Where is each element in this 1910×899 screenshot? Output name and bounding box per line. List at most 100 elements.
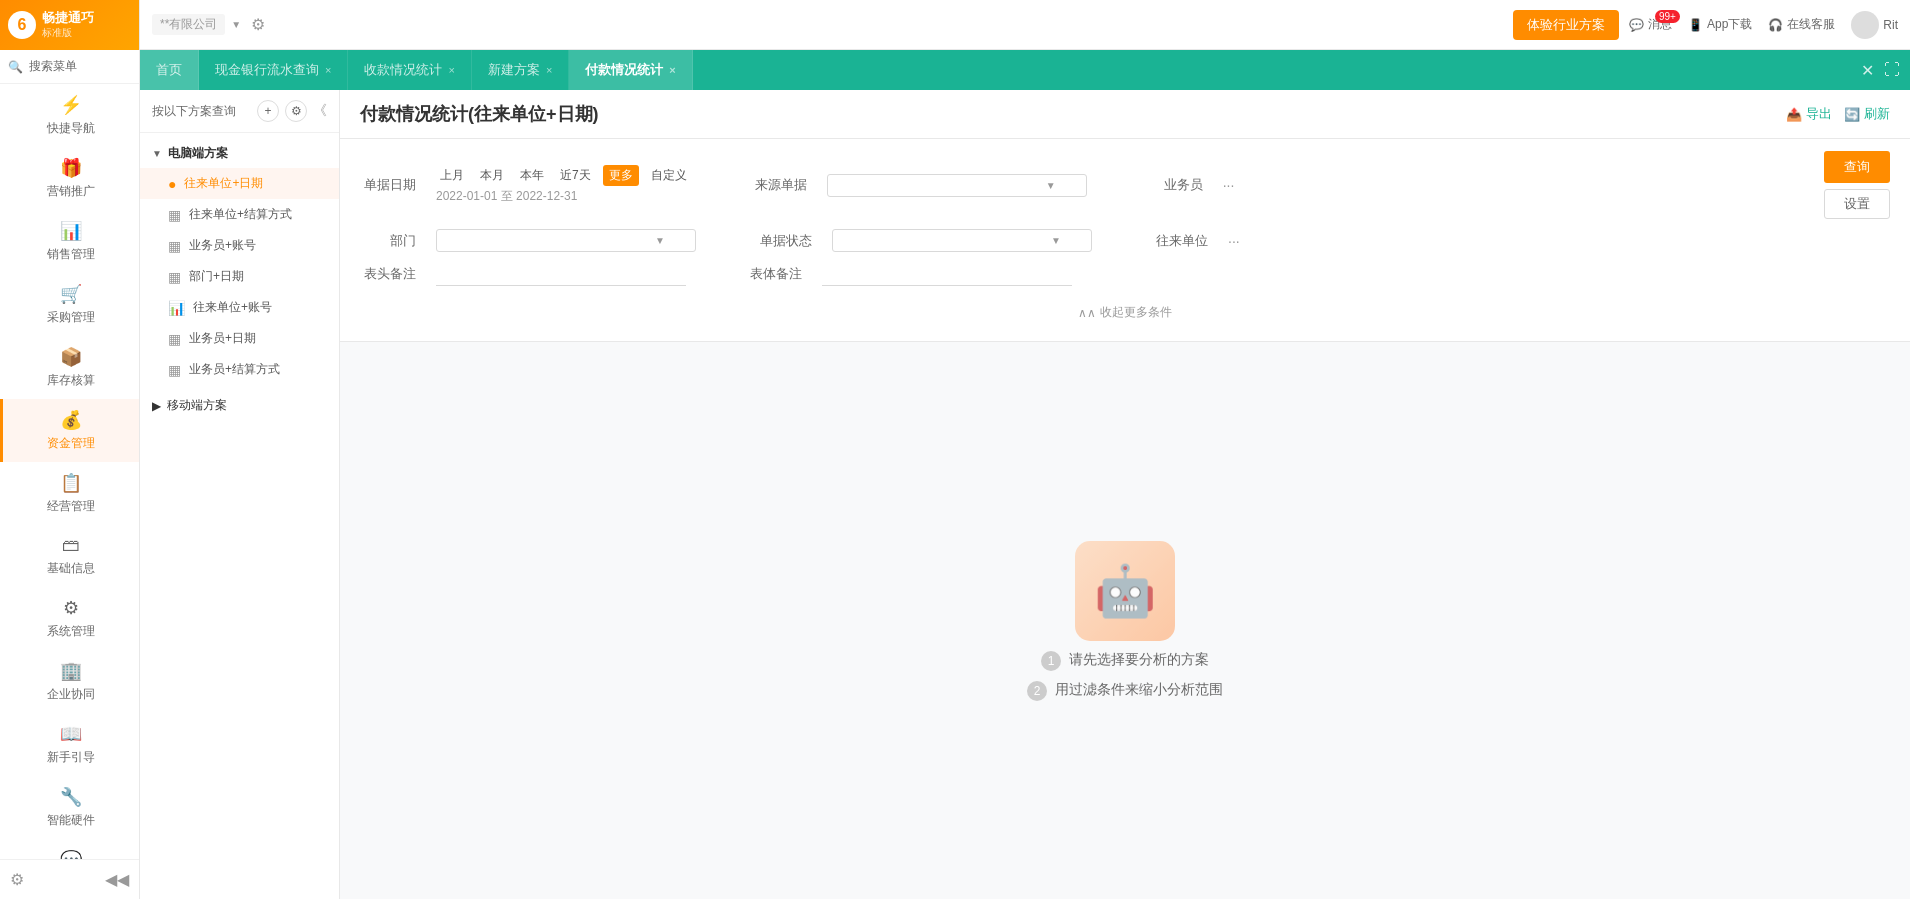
user-menu[interactable]: Rit xyxy=(1851,11,1898,39)
trial-button[interactable]: 体验行业方案 xyxy=(1513,10,1619,40)
schema-item-sales-account[interactable]: ▦ 业务员+账号 xyxy=(140,230,339,261)
mobile-section-chevron: ▶ xyxy=(152,399,161,413)
settings-gear-icon[interactable]: ⚙ xyxy=(251,15,265,34)
date-option-this-year[interactable]: 本年 xyxy=(516,165,548,186)
date-option-custom[interactable]: 自定义 xyxy=(647,165,691,186)
unit-picker-button[interactable]: ··· xyxy=(1228,233,1240,249)
tab-receipt-stats[interactable]: 收款情况统计 × xyxy=(348,50,471,90)
schema-item-icon-sales-settle: ▦ xyxy=(168,362,181,378)
schema-item-unit-account[interactable]: 📊 往来单位+账号 xyxy=(140,292,339,323)
desktop-section-title: 电脑端方案 xyxy=(168,145,228,162)
footer-collapse-icon[interactable]: ◀◀ xyxy=(105,870,129,889)
left-panel-actions: + ⚙ 《 xyxy=(257,100,327,122)
sidebar-item-purchase[interactable]: 🛒 采购管理 xyxy=(0,273,139,336)
schema-item-unit-date[interactable]: ● 往来单位+日期 xyxy=(140,168,339,199)
dept-select-arrow: ▼ xyxy=(655,235,665,246)
tab-bank-flow-close[interactable]: × xyxy=(325,64,331,76)
tab-new-plan[interactable]: 新建方案 × xyxy=(472,50,569,90)
schema-item-sales-settle[interactable]: ▦ 业务员+结算方式 xyxy=(140,354,339,385)
unit-label: 往来单位 xyxy=(1152,232,1208,250)
sidebar-item-guide[interactable]: 📖 新手引导 xyxy=(0,713,139,776)
mobile-section-title: 移动端方案 xyxy=(167,397,227,414)
sidebar-item-marketing[interactable]: 🎁 营销推广 xyxy=(0,147,139,210)
hint-num-1: 1 xyxy=(1041,651,1061,671)
sidebar-item-label: 营销推广 xyxy=(47,183,95,200)
schema-item-dept-date[interactable]: ▦ 部门+日期 xyxy=(140,261,339,292)
search-menu[interactable]: 🔍 搜索菜单 xyxy=(0,50,139,84)
sidebar-item-label: 销售管理 xyxy=(47,246,95,263)
tab-close-all-icon[interactable]: ✕ xyxy=(1861,61,1874,80)
date-range-display: 2022-01-01 至 2022-12-31 xyxy=(436,188,691,205)
page-title: 付款情况统计(往来单位+日期) xyxy=(360,102,599,126)
export-label: 导出 xyxy=(1806,105,1832,123)
sidebar-item-sales[interactable]: 📊 销售管理 xyxy=(0,210,139,273)
logo-icon: 6 xyxy=(8,11,36,39)
export-button[interactable]: 📤 导出 xyxy=(1786,105,1832,123)
sales-icon: 📊 xyxy=(60,220,82,242)
panel-collapse-button[interactable]: 《 xyxy=(313,102,327,120)
sidebar-item-basic[interactable]: 🗃 基础信息 xyxy=(0,525,139,587)
messages-badge: 99+ xyxy=(1655,10,1680,23)
tab-payment-stats[interactable]: 付款情况统计 × xyxy=(569,50,692,90)
sidebar-item-weixin[interactable]: 💬 企业微信 xyxy=(0,839,139,859)
sidebar-item-label: 库存核算 xyxy=(47,372,95,389)
source-select[interactable]: ▼ xyxy=(827,174,1087,197)
salesperson-picker-button[interactable]: ··· xyxy=(1223,177,1235,193)
footer-settings-icon[interactable]: ⚙ xyxy=(10,870,24,889)
sidebar-item-enterprise[interactable]: 🏢 企业协同 xyxy=(0,650,139,713)
sidebar-item-label: 基础信息 xyxy=(47,560,95,577)
desktop-section-header[interactable]: ▼ 电脑端方案 xyxy=(140,139,339,168)
sidebar-item-system[interactable]: ⚙ 系统管理 xyxy=(0,587,139,650)
sidebar-item-capital[interactable]: 💰 资金管理 xyxy=(0,399,139,462)
online-service-button[interactable]: 🎧 在线客服 xyxy=(1768,16,1835,33)
header-notes-input[interactable] xyxy=(436,262,686,286)
schema-item-unit-settle[interactable]: ▦ 往来单位+结算方式 xyxy=(140,199,339,230)
hint-num-2: 2 xyxy=(1027,681,1047,701)
phone-icon: 📱 xyxy=(1688,18,1703,32)
mobile-schema-section: ▶ 移动端方案 xyxy=(140,391,339,420)
sidebar-item-label: 新手引导 xyxy=(47,749,95,766)
body-notes-input[interactable] xyxy=(822,262,1072,286)
refresh-label: 刷新 xyxy=(1864,105,1890,123)
status-select-arrow: ▼ xyxy=(1051,235,1061,246)
dept-label: 部门 xyxy=(360,232,416,250)
sidebar-item-operations[interactable]: 📋 经营管理 xyxy=(0,462,139,525)
plan-settings-button[interactable]: ⚙ xyxy=(285,100,307,122)
tab-bank-flow[interactable]: 现金银行流水查询 × xyxy=(199,50,348,90)
tab-payment-stats-close[interactable]: × xyxy=(669,64,675,76)
robot-icon: 🤖 xyxy=(1075,541,1175,641)
tab-expand-icon[interactable]: ⛶ xyxy=(1884,61,1900,79)
add-plan-button[interactable]: + xyxy=(257,100,279,122)
app-download-button[interactable]: 📱 App下载 xyxy=(1688,16,1752,33)
dept-select[interactable]: ▼ xyxy=(436,229,696,252)
status-select[interactable]: ▼ xyxy=(832,229,1092,252)
mobile-section-header[interactable]: ▶ 移动端方案 xyxy=(140,391,339,420)
messages-button[interactable]: 💬 消息 99+ xyxy=(1629,16,1672,33)
schema-item-label: 业务员+结算方式 xyxy=(189,361,280,378)
sidebar-item-quick-nav[interactable]: ⚡ 快捷导航 xyxy=(0,84,139,147)
schema-item-icon-unit-settle: ▦ xyxy=(168,207,181,223)
date-option-this-month[interactable]: 本月 xyxy=(476,165,508,186)
source-label: 来源单据 xyxy=(751,176,807,194)
tab-home[interactable]: 首页 xyxy=(140,50,199,90)
date-option-more[interactable]: 更多 xyxy=(603,165,639,186)
sidebar-item-hardware[interactable]: 🔧 智能硬件 xyxy=(0,776,139,839)
top-header: **有限公司 ▼ ⚙ 体验行业方案 💬 消息 99+ 📱 App下载 🎧 在线客… xyxy=(140,0,1910,50)
sidebar-item-inventory[interactable]: 📦 库存核算 xyxy=(0,336,139,399)
empty-hint-1: 1 请先选择要分析的方案 xyxy=(1041,651,1209,671)
filter-settings-button[interactable]: 设置 xyxy=(1824,189,1890,219)
refresh-icon: 🔄 xyxy=(1844,107,1860,122)
tab-new-plan-close[interactable]: × xyxy=(546,64,552,76)
quick-nav-icon: ⚡ xyxy=(60,94,82,116)
tab-receipt-stats-close[interactable]: × xyxy=(448,64,454,76)
date-option-7days[interactable]: 近7天 xyxy=(556,165,595,186)
company-selector[interactable]: **有限公司 ▼ xyxy=(152,14,241,35)
refresh-button[interactable]: 🔄 刷新 xyxy=(1844,105,1890,123)
collapse-filter-button[interactable]: ∧∧ 收起更多条件 xyxy=(1078,304,1172,321)
schema-item-sales-date[interactable]: ▦ 业务员+日期 xyxy=(140,323,339,354)
filter-right-buttons: 查询 设置 xyxy=(1824,151,1890,219)
purchase-icon: 🛒 xyxy=(60,283,82,305)
date-option-last-month[interactable]: 上月 xyxy=(436,165,468,186)
query-button[interactable]: 查询 xyxy=(1824,151,1890,183)
header-actions: 💬 消息 99+ 📱 App下载 🎧 在线客服 Rit xyxy=(1629,11,1898,39)
